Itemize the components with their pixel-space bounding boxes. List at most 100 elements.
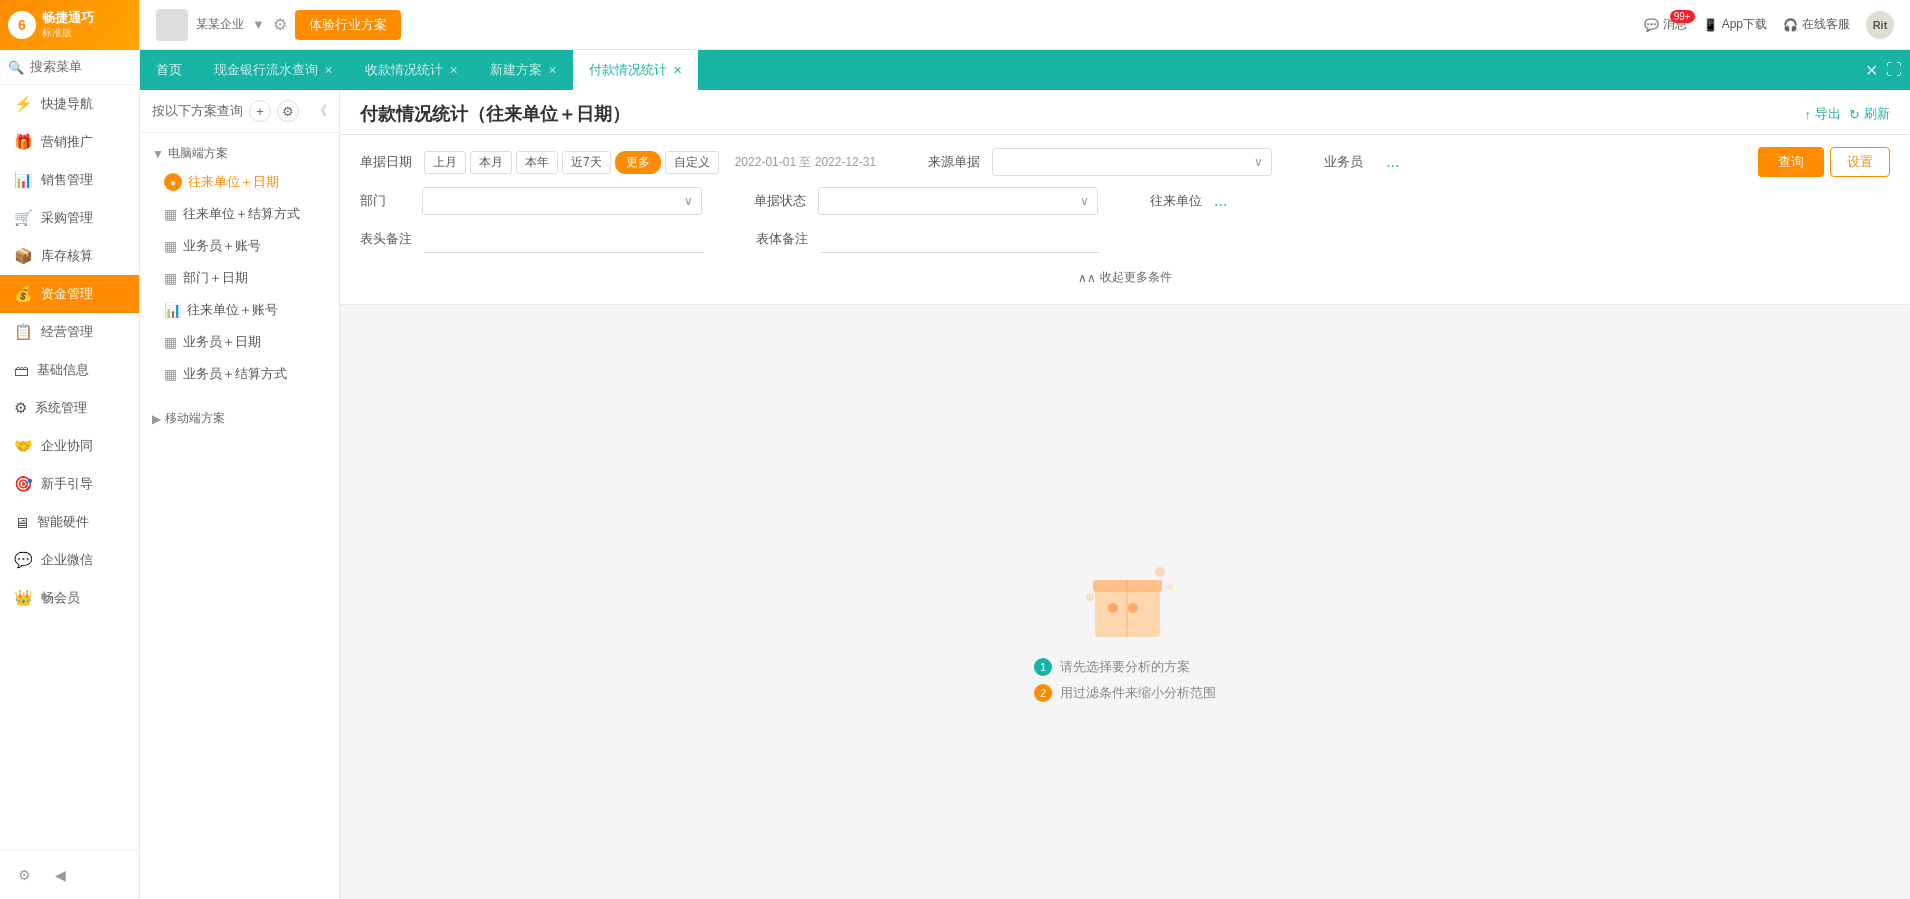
sidebar-item-management[interactable]: 📋 经营管理 — [0, 313, 139, 351]
plan-item-partner-settlement[interactable]: ▦ 往来单位＋结算方式 — [140, 198, 339, 230]
add-plan-btn[interactable]: + — [249, 100, 271, 122]
collapse-more-btn[interactable]: ∧∧ 收起更多条件 — [1062, 263, 1188, 292]
sidebar-item-label: 畅会员 — [41, 589, 80, 607]
last-month-btn[interactable]: 上月 — [424, 151, 466, 174]
plan-settings-btn[interactable]: ⚙ — [277, 100, 299, 122]
left-panel: 按以下方案查询 + ⚙ 《 ▼ 电脑端方案 ● 往来单位＋日期 — [140, 90, 340, 899]
tab-payment[interactable]: 付款情况统计 ✕ — [573, 50, 698, 90]
sidebar-item-funds[interactable]: 💰 资金管理 — [0, 275, 139, 313]
sales-icon: 📊 — [14, 171, 33, 189]
desktop-section-title[interactable]: ▼ 电脑端方案 — [140, 141, 339, 166]
sidebar-item-label: 系统管理 — [35, 399, 87, 417]
tab-home[interactable]: 首页 — [140, 50, 198, 90]
this-year-btn[interactable]: 本年 — [516, 151, 558, 174]
plan-item-label: 部门＋日期 — [183, 269, 248, 287]
this-month-btn[interactable]: 本月 — [470, 151, 512, 174]
tabbar-fullscreen-icon[interactable]: ⛶ — [1886, 61, 1902, 79]
search-menu-btn[interactable]: 🔍 搜索菜单 — [0, 50, 139, 85]
svg-point-6 — [1108, 603, 1118, 613]
plan-icon: ▦ — [164, 206, 177, 222]
partner-filter-btn[interactable]: ... — [1214, 192, 1227, 210]
member-icon: 👑 — [14, 589, 33, 607]
search-menu-label: 搜索菜单 — [30, 58, 82, 76]
sidebar-item-system[interactable]: ⚙ 系统管理 — [0, 389, 139, 427]
plan-item-staff-date[interactable]: ▦ 业务员＋日期 — [140, 326, 339, 358]
sidebar-item-label: 企业微信 — [41, 551, 93, 569]
result-area: 1 请先选择要分析的方案 2 用过滤条件来缩小分析范围 — [340, 305, 1910, 899]
tab-receivable-close-icon[interactable]: ✕ — [449, 64, 458, 77]
tab-receivable[interactable]: 收款情况统计 ✕ — [349, 50, 474, 90]
app-download-btn[interactable]: 📱 App下载 — [1703, 16, 1767, 33]
empty-state: 1 请先选择要分析的方案 2 用过滤条件来缩小分析范围 — [1034, 542, 1216, 702]
company-avatar — [156, 9, 188, 41]
refresh-btn[interactable]: ↻ 刷新 — [1849, 105, 1890, 123]
online-service-btn[interactable]: 🎧 在线客服 — [1783, 16, 1850, 33]
plan-item-staff-settlement[interactable]: ▦ 业务员＋结算方式 — [140, 358, 339, 390]
sidebar-settings-btn[interactable]: ⚙ — [10, 861, 38, 889]
sidebar-item-sales[interactable]: 📊 销售管理 — [0, 161, 139, 199]
tab-payment-label: 付款情况统计 — [589, 61, 667, 79]
sidebar-item-quicknav[interactable]: ⚡ 快捷导航 — [0, 85, 139, 123]
export-btn[interactable]: ↑ 导出 — [1805, 105, 1842, 123]
company-chevron-icon[interactable]: ▼ — [252, 17, 265, 32]
export-icon: ↑ — [1805, 107, 1812, 122]
collapse-more-label: 收起更多条件 — [1100, 269, 1172, 286]
panel-collapse-btn[interactable]: 《 — [314, 102, 327, 120]
logo-text: 畅捷通巧 — [42, 10, 94, 26]
marketing-icon: 🎁 — [14, 133, 33, 151]
source-select[interactable]: ∨ — [992, 148, 1272, 176]
custom-date-btn[interactable]: 自定义 — [665, 151, 719, 174]
sidebar-item-member[interactable]: 👑 畅会员 — [0, 579, 139, 617]
tabbar-close-all-icon[interactable]: ✕ — [1865, 61, 1878, 80]
mobile-section-title[interactable]: ▶ 移动端方案 — [140, 406, 339, 431]
sidebar-collapse-btn[interactable]: ◀ — [46, 861, 74, 889]
sidebar-item-cooperation[interactable]: 🤝 企业协同 — [0, 427, 139, 465]
dept-select[interactable]: ∨ — [422, 187, 702, 215]
settings-btn[interactable]: 设置 — [1830, 147, 1890, 177]
purchase-icon: 🛒 — [14, 209, 33, 227]
company-name: 某某企业 — [196, 16, 244, 33]
plan-item-dept-date[interactable]: ▦ 部门＋日期 — [140, 262, 339, 294]
tab-bank-close-icon[interactable]: ✕ — [324, 64, 333, 77]
svg-point-3 — [1155, 567, 1165, 577]
sidebar-item-marketing[interactable]: 🎁 营销推广 — [0, 123, 139, 161]
page-title: 付款情况统计（往来单位＋日期） — [360, 102, 630, 126]
sidebar-item-basicinfo[interactable]: 🗃 基础信息 — [0, 351, 139, 389]
logo-sub: 标准版 — [42, 26, 94, 40]
plan-item-label: 往来单位＋结算方式 — [183, 205, 300, 223]
sidebar-item-hardware[interactable]: 🖥 智能硬件 — [0, 503, 139, 541]
plan-item-partner-date[interactable]: ● 往来单位＋日期 — [140, 166, 339, 198]
tab-new-plan[interactable]: 新建方案 ✕ — [474, 50, 573, 90]
main: 某某企业 ▼ ⚙ 体验行业方案 💬 消息 99+ 📱 App下载 🎧 在线客服 … — [140, 0, 1910, 899]
status-select[interactable]: ∨ — [818, 187, 1098, 215]
tab-bank[interactable]: 现金银行流水查询 ✕ — [198, 50, 349, 90]
svg-point-7 — [1128, 603, 1138, 613]
sidebar-item-label: 销售管理 — [41, 171, 93, 189]
plan-item-partner-account[interactable]: 📊 往来单位＋账号 — [140, 294, 339, 326]
plan-item-staff-account[interactable]: ▦ 业务员＋账号 — [140, 230, 339, 262]
tab-payment-close-icon[interactable]: ✕ — [673, 64, 682, 77]
sidebar-item-wechat[interactable]: 💬 企业微信 — [0, 541, 139, 579]
query-btn[interactable]: 查询 — [1758, 147, 1824, 177]
tab-new-plan-close-icon[interactable]: ✕ — [548, 64, 557, 77]
sidebar-item-inventory[interactable]: 📦 库存核算 — [0, 237, 139, 275]
empty-hint-2: 2 用过滤条件来缩小分析范围 — [1034, 684, 1216, 702]
sidebar: 6 畅捷通巧 标准版 🔍 搜索菜单 ⚡ 快捷导航 🎁 营销推广 📊 销售管理 🛒… — [0, 0, 140, 899]
sidebar-item-purchase[interactable]: 🛒 采购管理 — [0, 199, 139, 237]
user-avatar[interactable]: Rit — [1866, 11, 1894, 39]
page-actions: ↑ 导出 ↻ 刷新 — [1805, 105, 1891, 123]
trial-btn[interactable]: 体验行业方案 — [295, 10, 401, 40]
sidebar-item-guide[interactable]: 🎯 新手引导 — [0, 465, 139, 503]
more-date-btn[interactable]: 更多 — [615, 151, 661, 174]
messages-btn[interactable]: 💬 消息 99+ — [1644, 16, 1687, 33]
note-body-input[interactable] — [820, 225, 1100, 253]
dept-filter-label: 部门 — [360, 192, 410, 210]
last7-btn[interactable]: 近7天 — [562, 151, 611, 174]
note-head-input[interactable] — [424, 225, 704, 253]
hint2-text: 用过滤条件来缩小分析范围 — [1060, 684, 1216, 702]
topbar-settings-icon[interactable]: ⚙ — [273, 15, 287, 34]
date-range-text: 2022-01-01 至 2022-12-31 — [735, 154, 876, 171]
staff-filter-btn[interactable]: ... — [1386, 153, 1399, 171]
svg-point-4 — [1167, 584, 1173, 590]
refresh-icon: ↻ — [1849, 107, 1860, 122]
